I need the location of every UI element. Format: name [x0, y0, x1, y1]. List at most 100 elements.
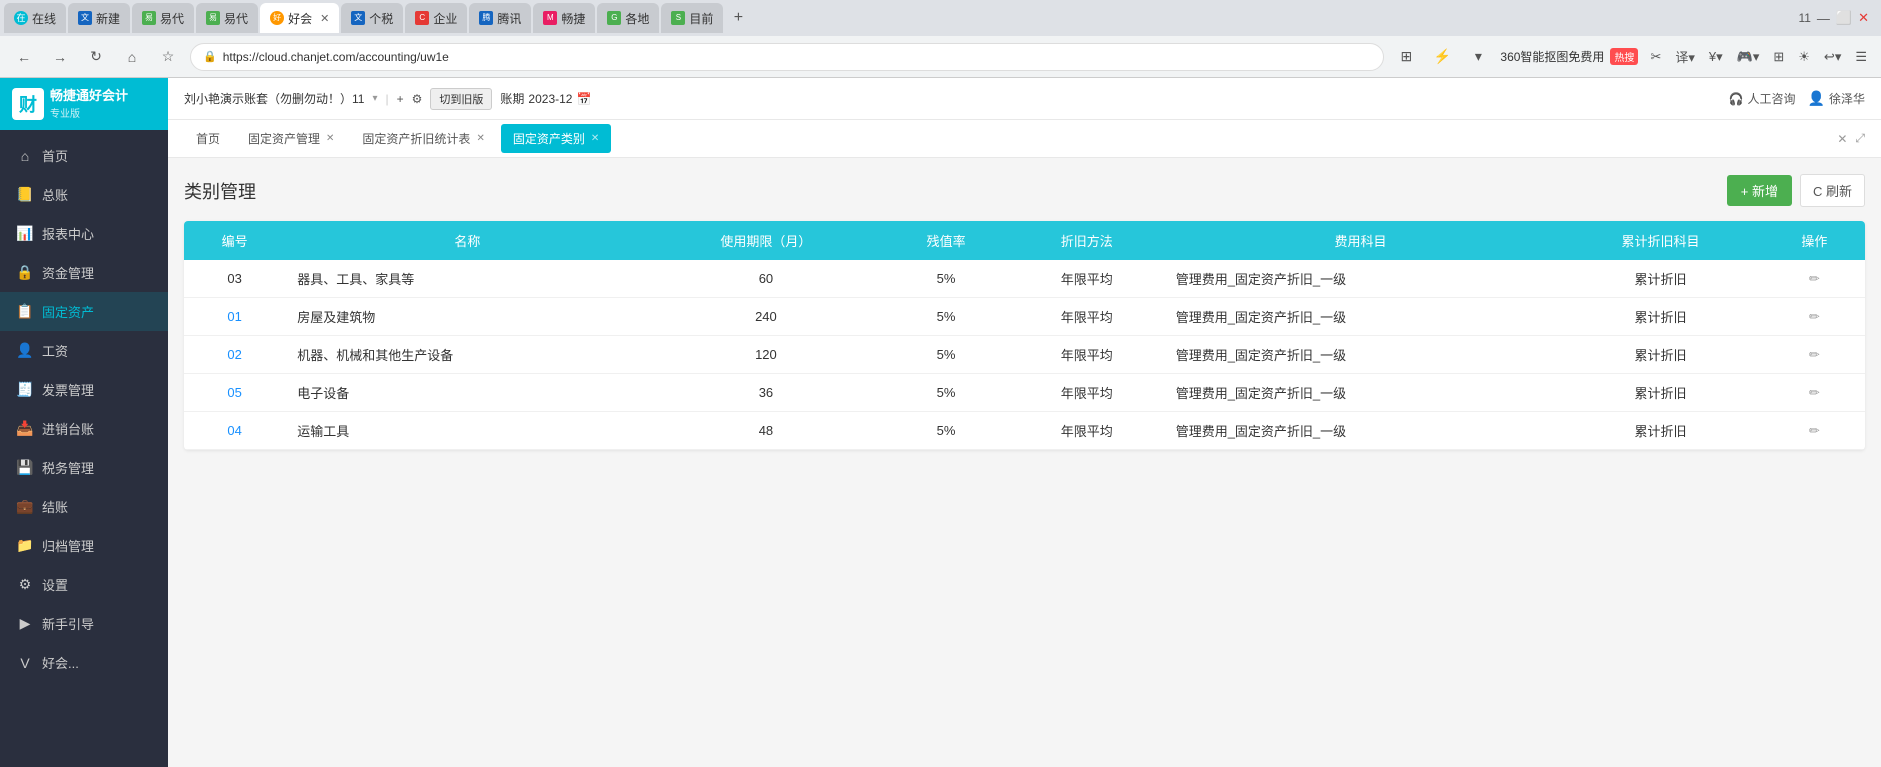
window-maximize-icon[interactable]: ⬜ [1836, 10, 1852, 26]
sidebar-label-home: 首页 [42, 146, 68, 165]
new-tab-button[interactable]: + [725, 5, 751, 31]
menu-button[interactable]: ☰ [1851, 47, 1871, 67]
game-button[interactable]: 🎮▾ [1733, 47, 1764, 67]
browser-tab-yidai1[interactable]: 易 易代 [132, 3, 194, 33]
dropdown-arrow-icon[interactable]: ▾ [372, 93, 377, 104]
breadcrumb-close-fixed-mgmt[interactable]: ✕ [326, 133, 334, 144]
window-close-icon[interactable]: ✕ [1858, 10, 1869, 26]
sidebar-item-settings[interactable]: ⚙ 设置 [0, 565, 168, 604]
tab-label-geshui: 个税 [369, 10, 393, 27]
browser-tab-haohui[interactable]: 好 好会 ✕ [260, 3, 339, 33]
logo-symbol: 财 [19, 91, 37, 117]
wallet-button[interactable]: ¥▾ [1705, 47, 1727, 67]
row-link-4[interactable]: 04 [227, 423, 241, 438]
calendar-icon[interactable]: 📅 [576, 92, 591, 106]
user-avatar[interactable]: 👤 徐泽华 [1808, 90, 1865, 107]
switch-version-button[interactable]: 切到旧版 [430, 88, 492, 110]
back-button[interactable]: ← [10, 43, 38, 71]
browser-tab-new[interactable]: 文 新建 [68, 3, 130, 33]
breadcrumb-close-asset-category[interactable]: ✕ [591, 133, 599, 144]
tab-label-haohui: 好会 [288, 10, 312, 27]
help-label: 人工咨询 [1748, 90, 1796, 107]
dropdown-button[interactable]: ▾ [1464, 43, 1492, 71]
sidebar-item-archive[interactable]: 📁 归档管理 [0, 526, 168, 565]
cell-id-3: 05 [184, 374, 285, 412]
edit-button-1[interactable]: ✏ [1809, 309, 1820, 324]
edit-button-4[interactable]: ✏ [1809, 423, 1820, 438]
more-icon: V [16, 655, 34, 671]
translate-button[interactable]: 译▾ [1671, 45, 1699, 68]
row-link-3[interactable]: 05 [227, 385, 241, 400]
sidebar-label-ledger: 总账 [42, 185, 68, 204]
breadcrumb-tab-asset-category[interactable]: 固定资产类别 ✕ [501, 124, 611, 153]
sidebar-label-cashflow: 资金管理 [42, 263, 94, 282]
browser-tab-changjie[interactable]: M 畅捷 [533, 3, 595, 33]
edit-button-0[interactable]: ✏ [1809, 271, 1820, 286]
add-account-button[interactable]: + [397, 92, 404, 106]
table-row: 03 器具、工具、家具等 60 5% 年限平均 管理费用_固定资产折旧_一级 累… [184, 260, 1865, 298]
sidebar-item-fixed-assets[interactable]: 📋 固定资产 [0, 292, 168, 331]
sidebar-item-closeout[interactable]: 💼 结账 [0, 487, 168, 526]
extension-button[interactable]: ⚡ [1428, 43, 1456, 71]
tab-label-online: 在线 [32, 10, 56, 27]
add-button[interactable]: + 新增 [1727, 175, 1792, 206]
action-buttons: + 新增 C 刷新 [1727, 174, 1865, 207]
sidebar-item-home[interactable]: ⌂ 首页 [0, 136, 168, 175]
breadcrumb-close-depreciation-stats[interactable]: ✕ [476, 133, 484, 144]
row-link-1[interactable]: 01 [227, 309, 241, 324]
bookmark-button[interactable]: ☆ [154, 43, 182, 71]
edit-button-2[interactable]: ✏ [1809, 347, 1820, 362]
sidebar-item-more[interactable]: V 好会... [0, 643, 168, 682]
sidebar-label-more: 好会... [42, 653, 79, 672]
cell-expense-4: 管理费用_固定资产折旧_一级 [1164, 412, 1558, 450]
home-button[interactable]: ⌂ [118, 43, 146, 71]
help-button[interactable]: 🎧 人工咨询 [1729, 90, 1796, 107]
url-input[interactable]: 🔒 https://cloud.chanjet.com/accounting/u… [190, 43, 1384, 71]
sidebar-item-reports[interactable]: 📊 报表中心 [0, 214, 168, 253]
window-minimize-icon[interactable]: — [1817, 11, 1830, 26]
cell-accum-0: 累计折旧 [1557, 260, 1763, 298]
grid-button[interactable]: ⊞ [1769, 47, 1788, 67]
sidebar-item-inout[interactable]: 📥 进销台账 [0, 409, 168, 448]
sidebar-label-guide: 新手引导 [42, 614, 94, 633]
sidebar-item-guide[interactable]: ▶ 新手引导 [0, 604, 168, 643]
breadcrumb-tab-depreciation-stats[interactable]: 固定资产折旧统计表 ✕ [350, 124, 496, 153]
cell-expense-3: 管理费用_固定资产折旧_一级 [1164, 374, 1558, 412]
browser-tab-geshui[interactable]: 文 个税 [341, 3, 403, 33]
cell-id-1: 01 [184, 298, 285, 336]
page-title-bar: 类别管理 + 新增 C 刷新 [184, 174, 1865, 207]
tab-expand-icon[interactable]: ⤢ [1855, 131, 1865, 146]
sidebar-item-invoice[interactable]: 🧾 发票管理 [0, 370, 168, 409]
undo-button[interactable]: ↩▾ [1820, 47, 1845, 67]
reload-button[interactable]: ↻ [82, 43, 110, 71]
breadcrumb-tab-home[interactable]: 首页 [184, 124, 232, 153]
forward-button[interactable]: → [46, 43, 74, 71]
site-info-button[interactable]: ⊞ [1392, 43, 1420, 71]
search-area: 360智能抠图免费用 热搜 [1500, 48, 1638, 65]
edit-button-3[interactable]: ✏ [1809, 385, 1820, 400]
browser-tab-qiye[interactable]: C 企业 [405, 3, 467, 33]
cell-method-4: 年限平均 [1010, 412, 1164, 450]
tab-collapse-icon[interactable]: ✕ [1837, 132, 1847, 146]
browser-tab-online[interactable]: 在 在线 [4, 3, 66, 33]
col-header-accum: 累计折旧科目 [1557, 221, 1763, 260]
brightness-button[interactable]: ☀ [1794, 47, 1814, 67]
tab-close-haohui[interactable]: ✕ [320, 12, 329, 25]
sidebar-item-cashflow[interactable]: 🔒 资金管理 [0, 253, 168, 292]
browser-tab-muqian[interactable]: S 目前 [661, 3, 723, 33]
cell-expense-0: 管理费用_固定资产折旧_一级 [1164, 260, 1558, 298]
refresh-button[interactable]: C 刷新 [1800, 174, 1865, 207]
browser-tab-gedi[interactable]: G 各地 [597, 3, 659, 33]
browser-tab-yidai2[interactable]: 易 易代 [196, 3, 258, 33]
tab-count-badge: 11 [1798, 11, 1810, 25]
row-link-2[interactable]: 02 [227, 347, 241, 362]
sidebar-item-ledger[interactable]: 📒 总账 [0, 175, 168, 214]
cell-period-4: 48 [650, 412, 883, 450]
sidebar-item-payroll[interactable]: 👤 工资 [0, 331, 168, 370]
breadcrumb-tab-fixed-mgmt[interactable]: 固定资产管理 ✕ [236, 124, 346, 153]
cut-tool-button[interactable]: ✂ [1646, 47, 1665, 67]
sidebar-item-tax[interactable]: 💾 税务管理 [0, 448, 168, 487]
breadcrumb-home-label: 首页 [196, 130, 220, 147]
settings-gear-icon[interactable]: ⚙ [412, 92, 423, 106]
browser-tab-tengxun[interactable]: 腾 腾讯 [469, 3, 531, 33]
